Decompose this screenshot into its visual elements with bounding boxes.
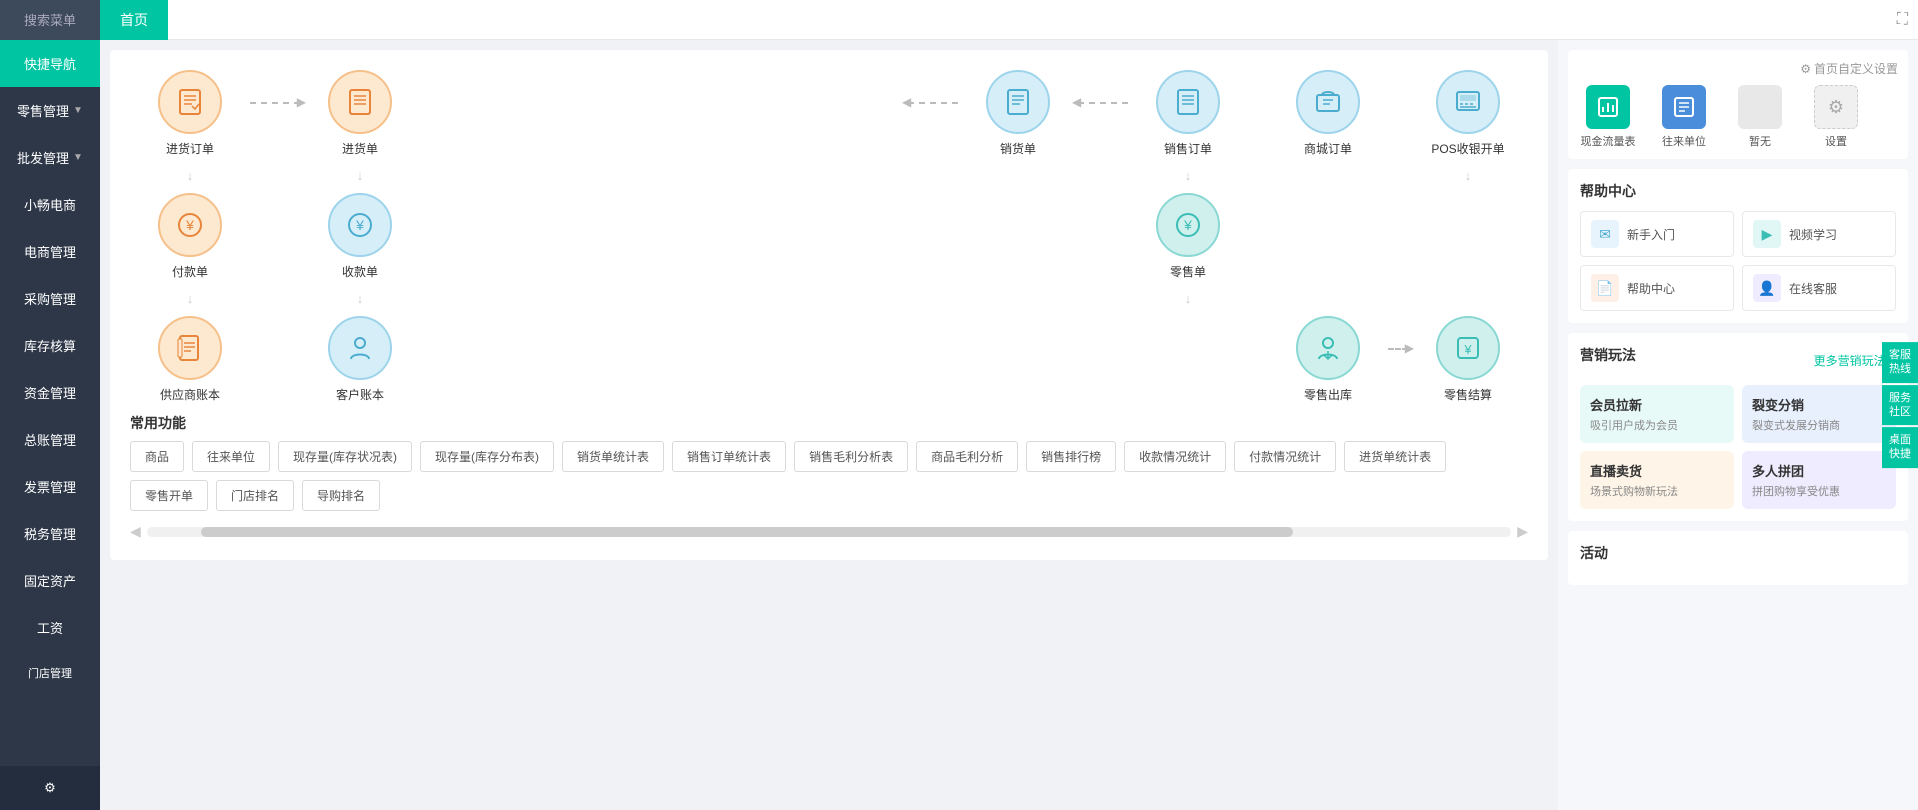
- func-btn-purchase-stats[interactable]: 进货单统计表: [1344, 441, 1446, 472]
- float-buttons: 客服热线 服务社区 桌面快捷: [1882, 342, 1918, 468]
- sidebar-item-store[interactable]: 门店管理: [0, 651, 100, 695]
- marketing-panel: 营销玩法 更多营销玩法 > 会员拉新 吸引用户成为会员 裂变分销 裂变式发展分销…: [1568, 333, 1908, 521]
- func-btn-product-margin[interactable]: 商品毛利分析: [916, 441, 1018, 472]
- flow-node-receipt[interactable]: ¥ 收款单: [300, 193, 420, 280]
- flow-node-supplier-ledger[interactable]: 供应商账本: [130, 316, 250, 403]
- sidebar: 快捷导航 零售管理▼ 批发管理▼ 小畅电商 电商管理 采购管理 库存核算 资金管…: [0, 40, 100, 810]
- flow-node-purchase-order[interactable]: 进货订单: [130, 70, 250, 157]
- flow-node-mall-order[interactable]: 商城订单: [1268, 70, 1388, 157]
- flow-node-sale[interactable]: 销货单: [958, 70, 1078, 157]
- common-functions-title: 常用功能: [130, 413, 1528, 433]
- flow-diagram: 进货订单 ▶ 进货单: [130, 70, 1528, 403]
- func-btn-sale-margin[interactable]: 销售毛利分析表: [794, 441, 908, 472]
- func-btn-store-rank[interactable]: 门店排名: [216, 480, 294, 511]
- flow-node-pos[interactable]: POS收银开单: [1408, 70, 1528, 157]
- flow-node-retail-settle[interactable]: ¥ 零售结算: [1408, 316, 1528, 403]
- sidebar-item-inventory[interactable]: 库存核算: [0, 322, 100, 369]
- common-functions: 商品 往来单位 现存量(库存状况表) 现存量(库存分布表) 销货单统计表 销售订…: [130, 441, 1528, 511]
- gear-small-icon: ⚙: [1800, 62, 1811, 76]
- flow-connectors-1: ↓ ↓ ↓ ↓: [130, 167, 1528, 183]
- help-item-helpcenter[interactable]: 📄 帮助中心: [1580, 265, 1734, 311]
- quick-icons: 现金流量表 往来单位 暂无 ⚙ 设置: [1578, 85, 1898, 149]
- marketing-grid: 会员拉新 吸引用户成为会员 裂变分销 裂变式发展分销商 直播卖货 场景式购物新玩…: [1580, 385, 1896, 509]
- sidebar-item-ledger[interactable]: 总账管理: [0, 416, 100, 463]
- help-item-video[interactable]: ▶ 视频学习: [1742, 211, 1896, 257]
- flow-node-retail-out[interactable]: 零售出库: [1268, 316, 1388, 403]
- scroll-right-button[interactable]: ▶: [1517, 523, 1528, 540]
- main-content: 进货订单 ▶ 进货单: [100, 40, 1558, 810]
- fullscreen-button[interactable]: ⛶: [1897, 11, 1908, 29]
- marketing-item-member[interactable]: 会员拉新 吸引用户成为会员: [1580, 385, 1734, 443]
- flow-node-retail-order[interactable]: ¥ 零售单: [1128, 193, 1248, 280]
- scroll-left-button[interactable]: ◀: [130, 523, 141, 540]
- flow-connectors-2: ↓ ↓ ↓: [130, 290, 1528, 306]
- float-btn-desktop[interactable]: 桌面快捷: [1882, 427, 1918, 468]
- flow-node-customer-ledger[interactable]: 客户账本: [300, 316, 420, 403]
- func-btn-sale-stats[interactable]: 销货单统计表: [562, 441, 664, 472]
- sidebar-item-ecommerce-manage[interactable]: 电商管理: [0, 228, 100, 275]
- sidebar-item-invoice[interactable]: 发票管理: [0, 463, 100, 510]
- help-panel: 帮助中心 ✉ 新手入门 ▶ 视频学习 📄 帮助中心 👤 在线客服: [1568, 169, 1908, 323]
- func-btn-guide-rank[interactable]: 导购排名: [302, 480, 380, 511]
- search-menu-button[interactable]: 搜索菜单: [0, 0, 100, 40]
- func-btn-stock-status[interactable]: 现存量(库存状况表): [278, 441, 412, 472]
- svg-text:¥: ¥: [1463, 342, 1472, 357]
- quick-icon-parties[interactable]: 往来单位: [1654, 85, 1714, 149]
- sidebar-gear-button[interactable]: ⚙: [0, 766, 100, 810]
- flow-node-purchase[interactable]: 进货单: [300, 70, 420, 157]
- gear-icon: ⚙: [44, 780, 56, 795]
- help-item-beginner[interactable]: ✉ 新手入门: [1580, 211, 1734, 257]
- func-btn-product[interactable]: 商品: [130, 441, 184, 472]
- customize-button[interactable]: ⚙ 首页自定义设置: [1800, 60, 1898, 77]
- sidebar-item-tax[interactable]: 税务管理: [0, 510, 100, 557]
- sidebar-item-salary[interactable]: 工资: [0, 604, 100, 651]
- flow-row-1: 进货订单 ▶ 进货单: [130, 70, 1528, 157]
- quick-icon-none: 暂无: [1730, 85, 1790, 149]
- float-btn-community[interactable]: 服务社区: [1882, 385, 1918, 426]
- sidebar-item-quick-nav[interactable]: 快捷导航: [0, 40, 100, 87]
- sidebar-item-purchase[interactable]: 采购管理: [0, 275, 100, 322]
- svg-text:¥: ¥: [185, 217, 194, 233]
- right-panel: ⚙ 首页自定义设置 现金流量表 往来单位: [1558, 40, 1918, 810]
- func-btn-stock-dist[interactable]: 现存量(库存分布表): [420, 441, 554, 472]
- func-btn-retail-order[interactable]: 零售开单: [130, 480, 208, 511]
- func-btn-payment-stats[interactable]: 付款情况统计: [1234, 441, 1336, 472]
- sidebar-item-fixed-assets[interactable]: 固定资产: [0, 557, 100, 604]
- help-item-online-service[interactable]: 👤 在线客服: [1742, 265, 1896, 311]
- sidebar-item-retail[interactable]: 零售管理▼: [0, 87, 100, 134]
- flow-row-2: ¥ 付款单 ¥ 收款单: [130, 193, 1528, 280]
- flow-node-sale-order[interactable]: 销售订单: [1128, 70, 1248, 157]
- quick-icon-cashflow[interactable]: 现金流量表: [1578, 85, 1638, 149]
- quick-icon-settings[interactable]: ⚙ 设置: [1806, 85, 1866, 149]
- func-btn-sale-order-stats[interactable]: 销售订单统计表: [672, 441, 786, 472]
- quick-nav-panel: 进货订单 ▶ 进货单: [110, 50, 1548, 560]
- flow-row-3: 供应商账本 客户账本: [130, 316, 1528, 403]
- float-btn-service[interactable]: 客服热线: [1882, 342, 1918, 383]
- sidebar-item-finance[interactable]: 资金管理: [0, 369, 100, 416]
- marketing-item-fission[interactable]: 裂变分销 裂变式发展分销商: [1742, 385, 1896, 443]
- func-btn-sale-rank[interactable]: 销售排行榜: [1026, 441, 1116, 472]
- sidebar-item-wholesale[interactable]: 批发管理▼: [0, 134, 100, 181]
- func-btn-receipt-stats[interactable]: 收款情况统计: [1124, 441, 1226, 472]
- home-tab[interactable]: 首页: [100, 0, 168, 40]
- flow-node-payment[interactable]: ¥ 付款单: [130, 193, 250, 280]
- svg-text:¥: ¥: [355, 217, 364, 233]
- marketing-item-live[interactable]: 直播卖货 场景式购物新玩法: [1580, 451, 1734, 509]
- help-grid: ✉ 新手入门 ▶ 视频学习 📄 帮助中心 👤 在线客服: [1580, 211, 1896, 311]
- func-btn-parties[interactable]: 往来单位: [192, 441, 270, 472]
- quick-access-panel: ⚙ 首页自定义设置 现金流量表 往来单位: [1568, 50, 1908, 159]
- marketing-item-group[interactable]: 多人拼团 拼团购物享受优惠: [1742, 451, 1896, 509]
- svg-text:¥: ¥: [1183, 217, 1192, 233]
- activity-panel: 活动: [1568, 531, 1908, 585]
- sidebar-item-ecommerce-small[interactable]: 小畅电商: [0, 181, 100, 228]
